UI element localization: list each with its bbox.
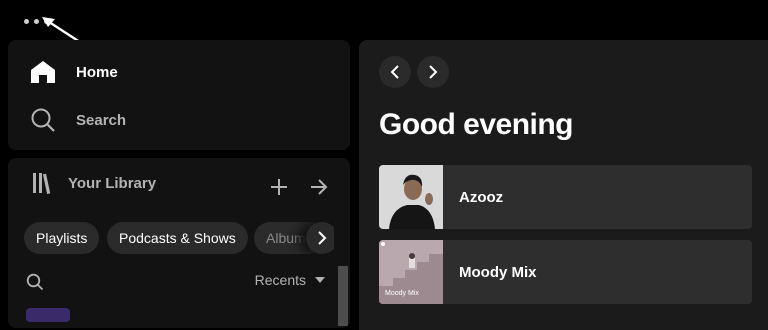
library-title-button[interactable]: Your Library: [32, 172, 156, 194]
chips-next-button[interactable]: [306, 222, 334, 254]
chip-podcasts-shows[interactable]: Podcasts & Shows: [107, 222, 248, 254]
home-icon: [31, 61, 55, 83]
library-search-row: Recents: [26, 270, 326, 294]
filter-chips: Playlists Podcasts & Shows Albums: [24, 222, 334, 254]
search-icon: [31, 108, 55, 132]
library-title: Your Library: [68, 174, 157, 192]
playlist-cover: Moody Mix: [379, 240, 443, 304]
page-title: Good evening: [379, 108, 574, 141]
arrow-right-icon[interactable]: [310, 178, 328, 196]
caret-down-icon: [315, 277, 325, 283]
sort-label: Recents: [254, 272, 306, 288]
nav-search-label: Search: [76, 111, 127, 129]
shortcut-card-azooz[interactable]: Azooz: [379, 165, 752, 229]
chevron-right-icon: [429, 65, 438, 79]
library-search-icon[interactable]: [26, 273, 44, 291]
library-icon: [33, 173, 51, 194]
main-panel: Good evening Azooz Moody Mix Moody Mix: [359, 40, 768, 330]
card-title: Moody Mix: [459, 263, 537, 281]
chevron-left-icon: [390, 65, 399, 79]
chevron-right-icon: [318, 231, 327, 245]
nav-home[interactable]: Home: [30, 60, 118, 84]
top-bar: [0, 0, 768, 40]
list-item[interactable]: [26, 308, 70, 322]
artist-image: [379, 165, 443, 229]
nav-home-label: Home: [76, 63, 118, 81]
nav-search[interactable]: Search: [30, 107, 126, 133]
back-button[interactable]: [379, 56, 411, 88]
card-title: Azooz: [459, 188, 504, 206]
plus-icon[interactable]: [270, 178, 288, 196]
chip-playlists[interactable]: Playlists: [24, 222, 100, 254]
sort-dropdown[interactable]: Recents: [255, 272, 326, 288]
cover-text: Moody Mix: [385, 290, 419, 297]
forward-button[interactable]: [417, 56, 449, 88]
nav-panel: Home Search: [8, 40, 350, 150]
library-panel: Your Library Playlists Podcasts & Shows …: [8, 158, 350, 328]
shortcut-card-moody-mix[interactable]: Moody Mix Moody Mix: [379, 240, 752, 304]
library-scrollbar[interactable]: [338, 266, 348, 326]
